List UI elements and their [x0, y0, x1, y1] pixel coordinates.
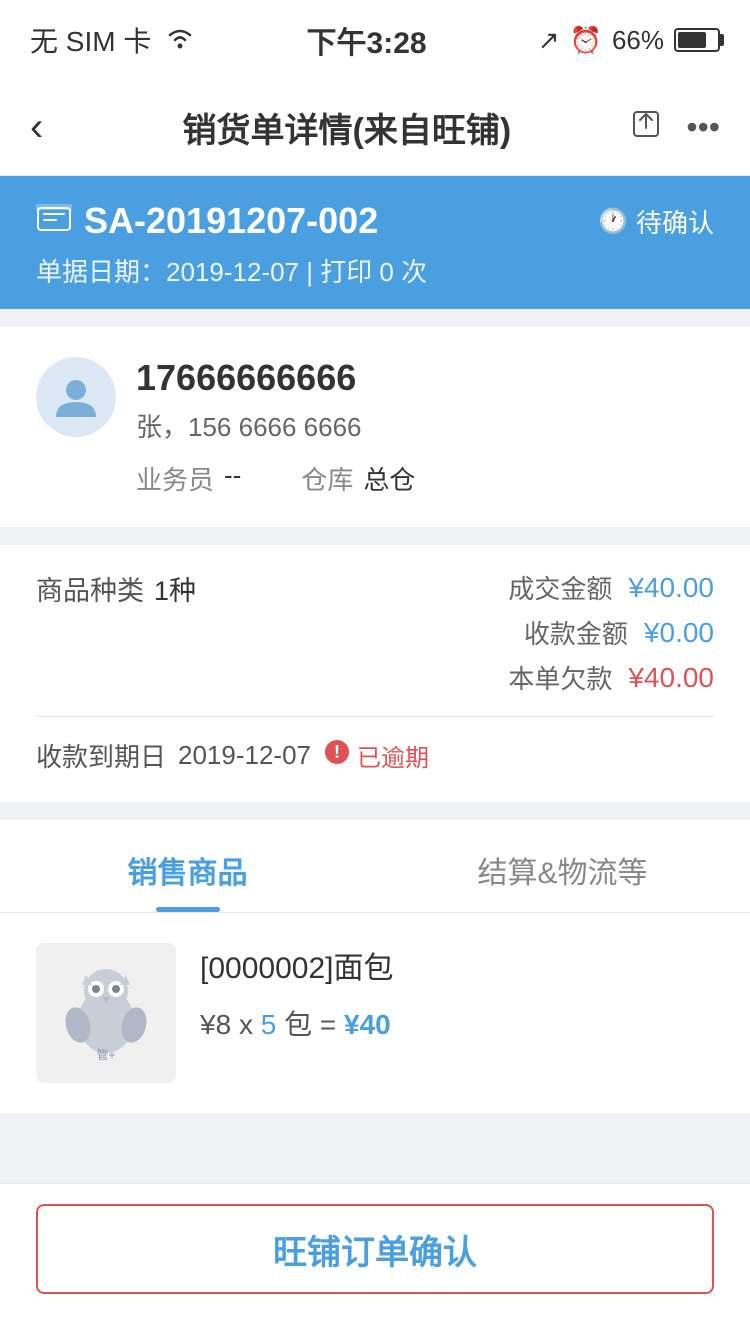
confirm-order-button[interactable]: 旺铺订单确认 [36, 1204, 714, 1294]
amount-value-1: ¥0.00 [644, 617, 714, 649]
status-bar: 无 SIM 卡 下午3:28 ↗ ⏰ 66% [0, 0, 750, 80]
due-date-label: 收款到期日 [36, 737, 166, 774]
wifi-icon [165, 24, 195, 56]
product-name: [0000002]面包 [200, 943, 714, 987]
goods-type-label: 商品种类 [36, 569, 144, 608]
nav-actions: ••• [630, 108, 720, 148]
product-section: 管+ [0000002]面包 ¥8 x 5 包 = ¥40 [0, 913, 750, 1113]
amounts-card: 商品种类 1种 成交金额 ¥40.00 收款金额 ¥0.00 本单欠款 ¥40.… [0, 545, 750, 802]
overdue-badge: ! 已逾期 [323, 738, 429, 773]
status-clock-icon: 🕐 [598, 207, 628, 236]
equals-sign: = [320, 1009, 344, 1040]
svg-text:管+: 管+ [96, 1047, 115, 1062]
due-date-section: 收款到期日 2019-12-07 ! 已逾期 [36, 717, 714, 778]
bottom-bar: 旺铺订单确认 [0, 1183, 750, 1334]
overdue-icon: ! [323, 738, 351, 773]
status-time: 下午3:28 [307, 18, 427, 62]
customer-card: 17666666666 张，156 6666 6666 业务员 -- 仓库 总仓 [0, 327, 750, 527]
overdue-text: 已逾期 [357, 738, 429, 773]
product-info: [0000002]面包 ¥8 x 5 包 = ¥40 [200, 943, 714, 1083]
warehouse-label: 仓库 [301, 460, 353, 497]
location-icon: ↗ [538, 25, 560, 56]
more-button[interactable]: ••• [686, 109, 720, 146]
customer-meta: 业务员 -- 仓库 总仓 [136, 460, 714, 497]
product-unit: 包 [284, 1009, 312, 1040]
customer-phone: 17666666666 [136, 357, 714, 399]
salesperson-value: -- [224, 460, 241, 497]
status-carrier: 无 SIM 卡 [30, 20, 195, 60]
order-icon [36, 202, 72, 241]
warehouse-item: 仓库 总仓 [301, 460, 415, 497]
section-divider [0, 802, 750, 820]
product-unit-price: ¥8 [200, 1009, 231, 1040]
salesperson-item: 业务员 -- [136, 460, 241, 497]
amount-label-1: 收款金额 [524, 614, 628, 651]
goods-type-value: 1种 [154, 569, 196, 608]
alarm-icon: ⏰ [570, 25, 602, 56]
amount-value-2: ¥40.00 [628, 662, 714, 694]
amount-right: 成交金额 ¥40.00 收款金额 ¥0.00 本单欠款 ¥40.00 [508, 569, 714, 696]
product-total: ¥40 [344, 1009, 391, 1040]
order-status: 🕐 待确认 [598, 203, 714, 240]
amount-label-0: 成交金额 [508, 569, 612, 606]
amount-label-2: 本单欠款 [508, 659, 612, 696]
salesperson-label: 业务员 [136, 460, 214, 497]
amount-value-0: ¥40.00 [628, 572, 714, 604]
amount-section: 商品种类 1种 成交金额 ¥40.00 收款金额 ¥0.00 本单欠款 ¥40.… [36, 569, 714, 696]
product-image: 管+ [36, 943, 176, 1083]
customer-info: 17666666666 张，156 6666 6666 业务员 -- 仓库 总仓 [136, 357, 714, 497]
page-title: 销货单详情(来自旺铺) [63, 103, 630, 152]
svg-text:!: ! [334, 742, 340, 762]
order-header: SA-20191207-002 🕐 待确认 单据日期：2019-12-07 | … [0, 176, 750, 309]
product-price: ¥8 x 5 包 = ¥40 [200, 1003, 714, 1043]
amount-row-0: 成交金额 ¥40.00 [508, 569, 714, 606]
customer-avatar [36, 357, 116, 437]
share-button[interactable] [630, 108, 662, 148]
battery-icon [674, 28, 720, 52]
due-date-value: 2019-12-07 [178, 740, 311, 771]
tab-settlement[interactable]: 结算&物流等 [375, 820, 750, 912]
order-status-text: 待确认 [636, 203, 714, 240]
amount-row-1: 收款金额 ¥0.00 [524, 614, 714, 651]
customer-name: 张，156 6666 6666 [136, 407, 714, 444]
order-date: 单据日期：2019-12-07 | 打印 0 次 [36, 252, 714, 289]
order-id: SA-20191207-002 [36, 200, 378, 242]
tabs-section: 销售商品 结算&物流等 [0, 820, 750, 913]
goods-type: 商品种类 1种 [36, 569, 196, 608]
carrier-text: 无 SIM 卡 [30, 20, 151, 60]
status-right: ↗ ⏰ 66% [538, 25, 720, 56]
warehouse-value: 总仓 [363, 460, 415, 497]
order-id-text: SA-20191207-002 [84, 200, 378, 242]
multiply-sign: x [239, 1009, 261, 1040]
nav-bar: ‹ 销货单详情(来自旺铺) ••• [0, 80, 750, 176]
product-qty: 5 [261, 1009, 277, 1040]
tab-sales-goods[interactable]: 销售商品 [0, 820, 375, 912]
battery-text: 66% [612, 25, 664, 56]
back-button[interactable]: ‹ [30, 105, 63, 150]
amount-row-2: 本单欠款 ¥40.00 [508, 659, 714, 696]
